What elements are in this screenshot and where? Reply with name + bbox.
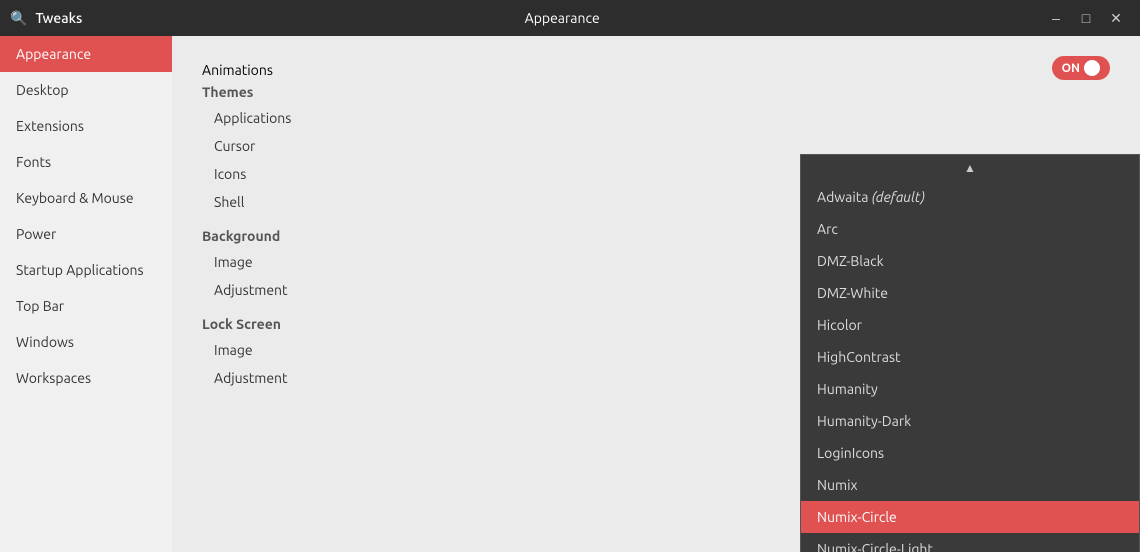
dropdown-item-numix-circle[interactable]: Numix-Circle bbox=[801, 501, 1139, 533]
content-area: Animations ON ThemesApplicationsCursorIc… bbox=[172, 36, 1140, 552]
sidebar-item-keyboard-mouse[interactable]: Keyboard & Mouse bbox=[0, 180, 172, 216]
dropdown-item-numix-circle-light[interactable]: Numix-Circle-Light bbox=[801, 533, 1139, 552]
minimize-button[interactable]: – bbox=[1042, 6, 1070, 30]
search-icon[interactable]: 🔍 bbox=[10, 10, 27, 27]
icon-theme-dropdown[interactable]: ▲ Adwaita (default)ArcDMZ-BlackDMZ-White… bbox=[800, 154, 1140, 552]
dropdown-item-loginicons[interactable]: LoginIcons bbox=[801, 437, 1139, 469]
dropdown-item-numix[interactable]: Numix bbox=[801, 469, 1139, 501]
close-button[interactable]: ✕ bbox=[1102, 6, 1130, 30]
sidebar-item-extensions[interactable]: Extensions bbox=[0, 108, 172, 144]
main-layout: AppearanceDesktopExtensionsFontsKeyboard… bbox=[0, 36, 1140, 552]
dropdown-item-hicolor[interactable]: Hicolor bbox=[801, 309, 1139, 341]
dropdown-scroll-up[interactable]: ▲ bbox=[801, 155, 1139, 181]
toggle-knob bbox=[1084, 60, 1100, 76]
content-item-applications[interactable]: Applications bbox=[202, 104, 1110, 132]
dropdown-item-adwaita--default-[interactable]: Adwaita (default) bbox=[801, 181, 1139, 213]
dropdown-item-humanity[interactable]: Humanity bbox=[801, 373, 1139, 405]
sidebar-item-startup-applications[interactable]: Startup Applications bbox=[0, 252, 172, 288]
dropdown-item-arc[interactable]: Arc bbox=[801, 213, 1139, 245]
animations-label: Animations bbox=[202, 62, 273, 78]
dropdown-item-dmz-black[interactable]: DMZ-Black bbox=[801, 245, 1139, 277]
sidebar-item-power[interactable]: Power bbox=[0, 216, 172, 252]
title-bar: 🔍 Tweaks Appearance – □ ✕ bbox=[0, 0, 1140, 36]
dropdown-item-dmz-white[interactable]: DMZ-White bbox=[801, 277, 1139, 309]
sidebar-item-windows[interactable]: Windows bbox=[0, 324, 172, 360]
sidebar-item-workspaces[interactable]: Workspaces bbox=[0, 360, 172, 396]
sidebar-item-desktop[interactable]: Desktop bbox=[0, 72, 172, 108]
app-name: Tweaks bbox=[35, 10, 82, 26]
window-title: Appearance bbox=[82, 10, 1042, 26]
sidebar-item-top-bar[interactable]: Top Bar bbox=[0, 288, 172, 324]
sidebar: AppearanceDesktopExtensionsFontsKeyboard… bbox=[0, 36, 172, 552]
animations-row: Animations bbox=[202, 56, 1110, 84]
section-header-themes: Themes bbox=[202, 84, 1110, 100]
sidebar-item-appearance[interactable]: Appearance bbox=[0, 36, 172, 72]
dropdown-item-highcontrast[interactable]: HighContrast bbox=[801, 341, 1139, 373]
window-controls: – □ ✕ bbox=[1042, 6, 1130, 30]
toggle-label: ON bbox=[1062, 62, 1080, 75]
maximize-button[interactable]: □ bbox=[1072, 6, 1100, 30]
animations-toggle[interactable]: ON bbox=[1052, 56, 1110, 80]
sidebar-item-fonts[interactable]: Fonts bbox=[0, 144, 172, 180]
dropdown-item-humanity-dark[interactable]: Humanity-Dark bbox=[801, 405, 1139, 437]
